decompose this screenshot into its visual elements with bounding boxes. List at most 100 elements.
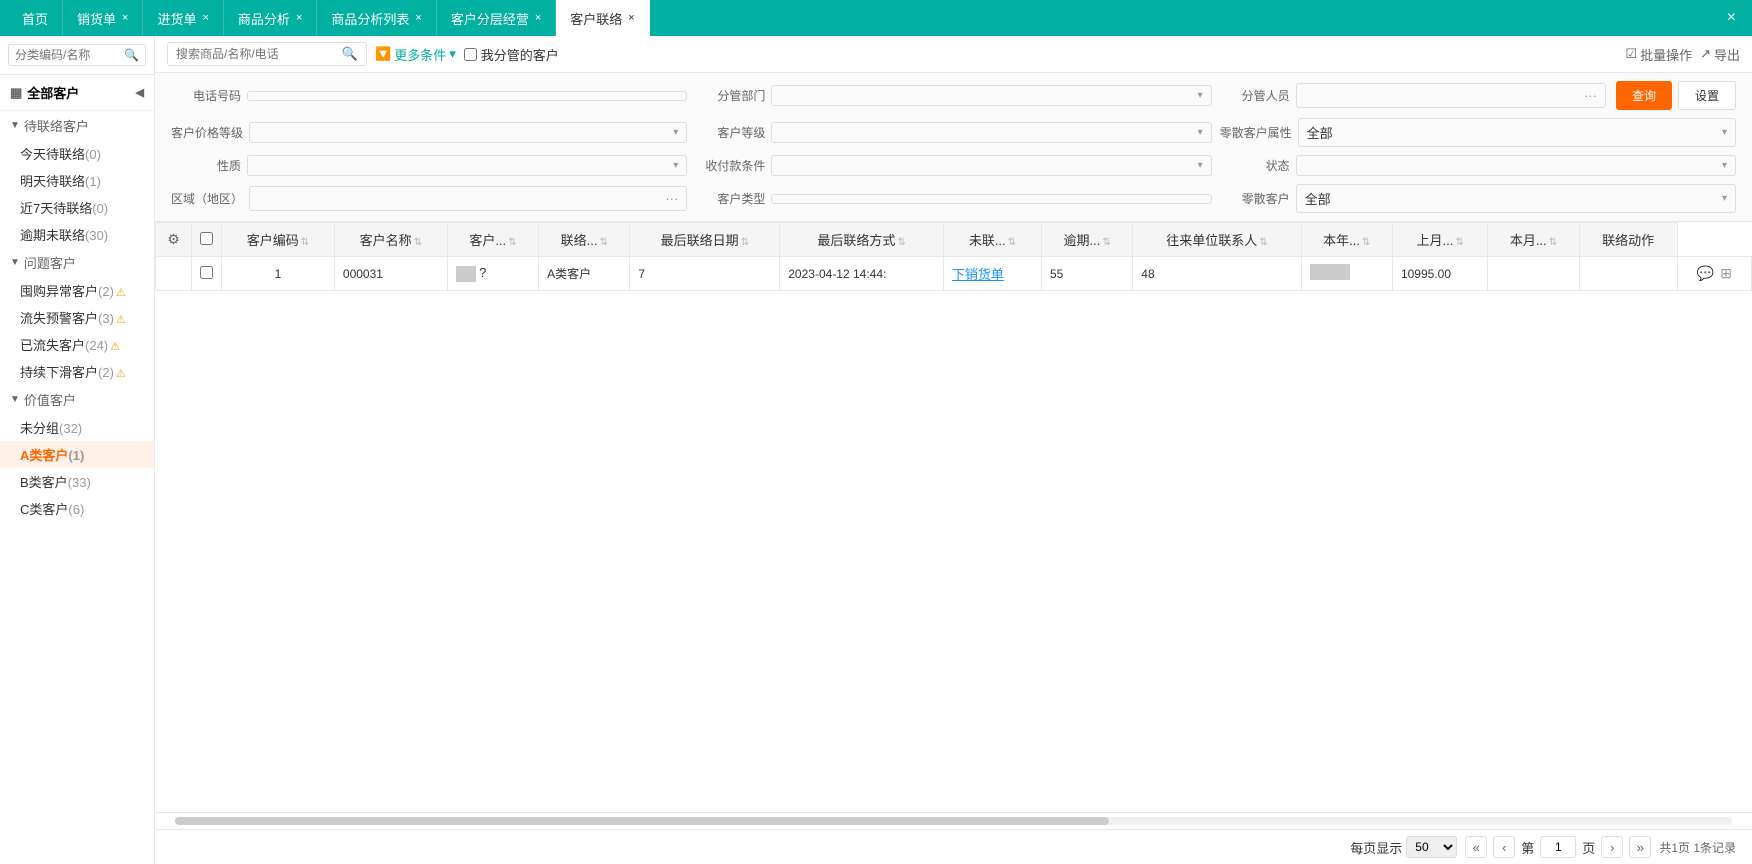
- sort-icon[interactable]: ⇅: [301, 237, 309, 248]
- col-label-8: 未联...: [969, 233, 1006, 248]
- current-page-input[interactable]: [1540, 836, 1576, 858]
- filter-input-3-1[interactable]: [771, 194, 1211, 204]
- filter-search-input[interactable]: [176, 47, 338, 61]
- sort-icon[interactable]: ⇅: [414, 237, 422, 248]
- filter-select-1-1[interactable]: ▾: [771, 122, 1211, 143]
- sort-icon[interactable]: ⇅: [1362, 237, 1370, 248]
- filter-row-3-0: 区域（地区） ···: [171, 186, 687, 211]
- chevron-down-icon: ▾: [449, 46, 456, 62]
- dots-icon[interactable]: ···: [1584, 88, 1597, 103]
- col-header-2: 客户编码⇅: [222, 223, 335, 257]
- sidebar-item-近7天待联络[interactable]: 近7天待联络(0): [0, 194, 154, 221]
- sort-icon[interactable]: ⇅: [1549, 237, 1557, 248]
- filter-row-1-1: 客户等级▾: [695, 122, 1211, 143]
- tab-close-goods-analysis[interactable]: ×: [296, 12, 302, 24]
- batch-op-btn[interactable]: ☑ 批量操作: [1625, 45, 1692, 64]
- scrollbar-thumb[interactable]: [175, 817, 1109, 825]
- row-last-contact-method: 下销货单: [943, 257, 1041, 291]
- pagination-nav: « ‹ 第 页 › »: [1465, 836, 1651, 858]
- sidebar-item-count: (2): [98, 365, 114, 380]
- section-title-label: 待联络客户: [24, 116, 89, 135]
- sidebar-item-明天待联络[interactable]: 明天待联络(1): [0, 167, 154, 194]
- nav-tab-goods-list[interactable]: 商品分析列表×: [317, 0, 436, 36]
- sort-icon[interactable]: ⇅: [1102, 237, 1110, 248]
- row-checkbox[interactable]: [200, 266, 213, 279]
- filter-select-3-2[interactable]: 全部▾: [1296, 184, 1736, 213]
- row-actions: 💬⊞: [1677, 257, 1751, 291]
- prev-page-btn[interactable]: ‹: [1493, 836, 1515, 858]
- filter-select-2-0[interactable]: ▾: [247, 155, 687, 176]
- filter-input-dots-3-0[interactable]: ···: [249, 186, 687, 211]
- filter-label-2-1: 收付款条件: [695, 157, 765, 174]
- filter-select-1-0[interactable]: ▾: [249, 122, 687, 143]
- tab-close-sales[interactable]: ×: [122, 12, 128, 24]
- nav-tab-customer-contact[interactable]: 客户联络×: [556, 0, 649, 36]
- export-btn[interactable]: ↗ 导出: [1700, 45, 1740, 64]
- select-all-checkbox[interactable]: [200, 232, 213, 245]
- sort-icon[interactable]: ⇅: [897, 237, 905, 248]
- dots-icon[interactable]: ···: [665, 191, 678, 206]
- tab-close-purchase[interactable]: ×: [202, 12, 208, 24]
- sort-icon[interactable]: ⇅: [1008, 237, 1016, 248]
- sidebar-item-逾期未联络[interactable]: 逾期未联络(30): [0, 221, 154, 248]
- sidebar-item-C类客户[interactable]: C类客户(6): [0, 495, 154, 522]
- filter-search-box[interactable]: 🔍: [167, 42, 367, 66]
- qr-icon[interactable]: ⊞: [1720, 265, 1732, 282]
- query-btn[interactable]: 查询: [1616, 81, 1672, 110]
- sidebar-section-问题客户[interactable]: ▼问题客户: [0, 248, 154, 277]
- filter-select-0-1[interactable]: ▾: [771, 85, 1211, 106]
- sidebar-item-囤购异常客户[interactable]: 囤购异常客户(2)⚠: [0, 277, 154, 304]
- row-year-amount: 10995.00: [1392, 257, 1487, 291]
- window-close-icon[interactable]: ×: [1719, 9, 1744, 27]
- nav-tab-sales[interactable]: 销货单×: [63, 0, 143, 36]
- filter-select-2-1[interactable]: ▾: [771, 155, 1211, 176]
- tab-close-goods-list[interactable]: ×: [415, 12, 421, 24]
- gear-btn[interactable]: ⚙: [167, 231, 180, 248]
- sidebar-item-B类客户[interactable]: B类客户(33): [0, 468, 154, 495]
- chat-icon[interactable]: 💬: [1697, 265, 1714, 282]
- page-size-select[interactable]: 50100200: [1406, 836, 1457, 858]
- nav-tab-purchase[interactable]: 进货单×: [143, 0, 223, 36]
- tab-close-customer-tier[interactable]: ×: [535, 12, 541, 24]
- contact-method-link[interactable]: 下销货单: [952, 267, 1004, 282]
- filter-input-0-0[interactable]: [247, 91, 687, 101]
- sort-icon[interactable]: ⇅: [599, 237, 607, 248]
- my-customers-checkbox[interactable]: [464, 48, 477, 61]
- section-title-label: 价值客户: [24, 390, 76, 409]
- filter-more-btn[interactable]: 🔽 更多条件 ▾: [375, 45, 456, 64]
- setting-btn[interactable]: 设置: [1678, 81, 1736, 110]
- select-arrow: ▾: [1722, 193, 1727, 204]
- sidebar-section-价值客户[interactable]: ▼价值客户: [0, 385, 154, 414]
- sidebar-item-流失预警客户[interactable]: 流失预警客户(3)⚠: [0, 304, 154, 331]
- my-customers-label: 我分管的客户: [481, 45, 559, 64]
- sidebar-item-A类客户[interactable]: A类客户(1): [0, 441, 154, 468]
- last-page-btn[interactable]: »: [1629, 836, 1651, 858]
- sidebar-item-持续下滑客户[interactable]: 持续下滑客户(2)⚠: [0, 358, 154, 385]
- filter-select-2-2[interactable]: ▾: [1296, 155, 1736, 176]
- tab-close-customer-contact[interactable]: ×: [628, 12, 634, 24]
- sidebar-item-已流失客户[interactable]: 已流失客户(24)⚠: [0, 331, 154, 358]
- next-page-btn[interactable]: ›: [1601, 836, 1623, 858]
- filter-label-3-0: 区域（地区）: [171, 190, 243, 207]
- filter-input-dots-0-2[interactable]: ···: [1296, 83, 1606, 108]
- col-label-10: 往来单位联系人: [1166, 233, 1257, 248]
- sort-icon[interactable]: ⇅: [1455, 237, 1463, 248]
- sidebar-item-未分组[interactable]: 未分组(32): [0, 414, 154, 441]
- nav-tab-customer-tier[interactable]: 客户分层经营×: [437, 0, 556, 36]
- sort-icon[interactable]: ⇅: [1259, 237, 1267, 248]
- filter-select-1-2[interactable]: 全部▾: [1298, 118, 1736, 147]
- nav-tab-home[interactable]: 首页: [8, 0, 63, 36]
- customer-table: ⚙客户编码⇅客户名称⇅客户...⇅联络...⇅最后联络日期⇅最后联络方式⇅未联.…: [155, 222, 1752, 291]
- toolbar-right: ☑ 批量操作 ↗ 导出: [1625, 45, 1740, 64]
- col-label-12: 上月...: [1416, 233, 1453, 248]
- nav-tab-goods-analysis[interactable]: 商品分析×: [224, 0, 317, 36]
- sort-icon[interactable]: ⇅: [741, 237, 749, 248]
- sidebar-item-今天待联络[interactable]: 今天待联络(0): [0, 140, 154, 167]
- sidebar-all-customers[interactable]: ▦ 全部客户 ◀: [0, 75, 154, 111]
- my-customers-checkbox-area[interactable]: 我分管的客户: [464, 45, 559, 64]
- sidebar-item-count: (30): [85, 228, 108, 243]
- first-page-btn[interactable]: «: [1465, 836, 1487, 858]
- horizontal-scrollbar[interactable]: [175, 817, 1732, 825]
- sort-icon[interactable]: ⇅: [508, 237, 516, 248]
- sidebar-section-待联络客户[interactable]: ▼待联络客户: [0, 111, 154, 140]
